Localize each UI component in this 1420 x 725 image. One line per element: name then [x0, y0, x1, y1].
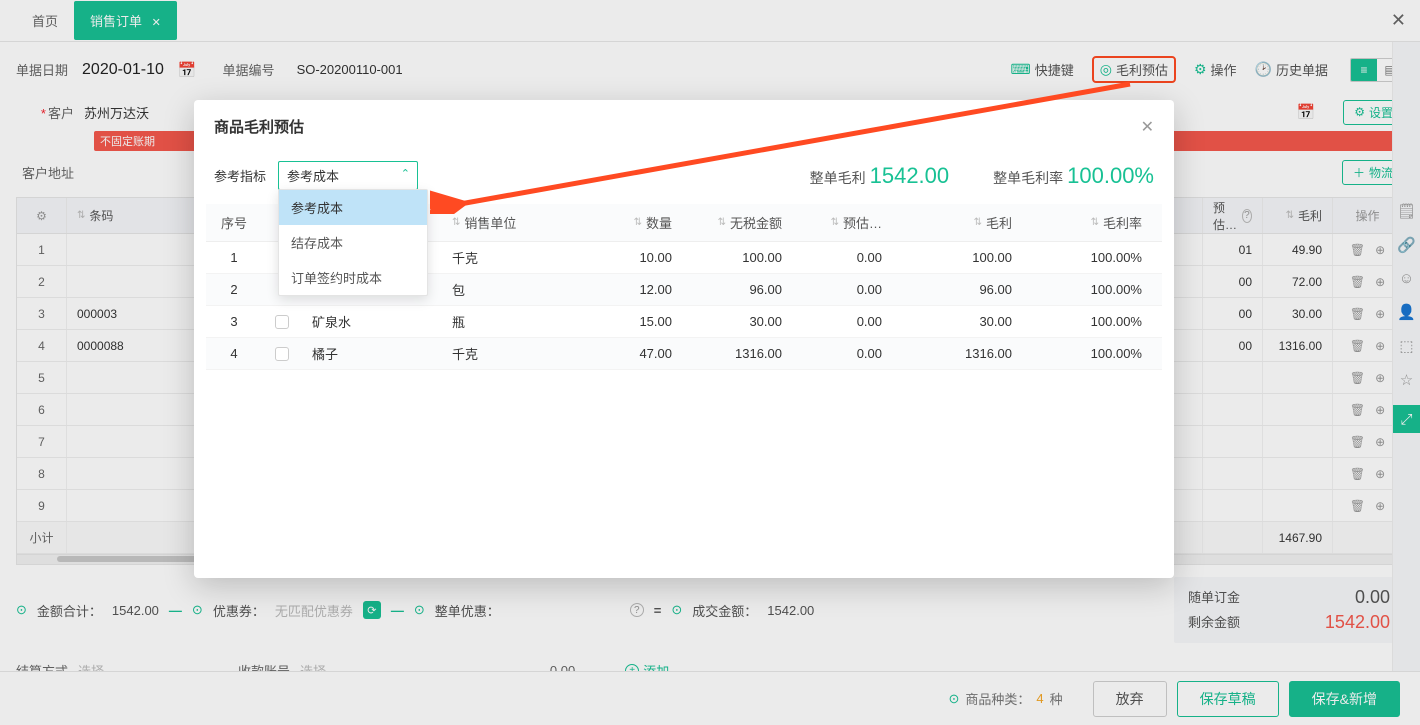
ref-select[interactable]: 参考成本 ⌃ 参考成本 结存成本 订单签约时成本 — [278, 161, 418, 190]
row-profit: 96.00 — [892, 282, 1022, 297]
seq-column: 序号 — [206, 213, 262, 232]
row-qty: 15.00 — [582, 314, 682, 329]
sort-icon: ⇅ — [831, 217, 839, 228]
row-estimate: 0.00 — [792, 346, 892, 361]
row-amount: 1316.00 — [682, 346, 792, 361]
row-amount: 100.00 — [682, 250, 792, 265]
row-checkbox[interactable] — [262, 347, 302, 361]
qty-column[interactable]: ⇅数量 — [582, 213, 682, 232]
dropdown-option[interactable]: 订单签约时成本 — [279, 260, 427, 295]
sort-icon: ⇅ — [974, 217, 982, 228]
row-checkbox[interactable] — [262, 315, 302, 329]
ref-dropdown: 参考成本 结存成本 订单签约时成本 — [278, 189, 428, 296]
row-seq: 4 — [206, 346, 262, 361]
modal-header: 商品毛利预估 ✕ — [194, 100, 1174, 137]
row-estimate: 0.00 — [792, 282, 892, 297]
row-amount: 96.00 — [682, 282, 792, 297]
row-unit: 包 — [442, 280, 582, 299]
table-row[interactable]: 4 橘子 千克 47.00 1316.00 0.00 1316.00 100.0… — [206, 338, 1162, 370]
amount-column[interactable]: ⇅无税金额 — [682, 213, 792, 232]
row-seq: 1 — [206, 250, 262, 265]
profit-column[interactable]: ⇅毛利 — [892, 213, 1022, 232]
row-rate: 100.00% — [1022, 314, 1152, 329]
ref-label: 参考指标 — [214, 166, 266, 185]
row-profit: 1316.00 — [892, 346, 1022, 361]
row-seq: 3 — [206, 314, 262, 329]
sort-icon: ⇅ — [634, 217, 642, 228]
row-unit: 千克 — [442, 248, 582, 267]
row-rate: 100.00% — [1022, 282, 1152, 297]
dropdown-option[interactable]: 结存成本 — [279, 225, 427, 260]
close-icon[interactable]: ✕ — [1141, 117, 1154, 137]
row-name: 橘子 — [302, 344, 442, 363]
sort-icon: ⇅ — [452, 217, 460, 228]
estimate-column[interactable]: ⇅预估… — [792, 213, 892, 232]
total-profit-stat: 整单毛利1542.00 — [810, 163, 950, 189]
sort-icon: ⇅ — [718, 217, 726, 228]
dropdown-option[interactable]: 参考成本 — [279, 190, 427, 225]
modal-title: 商品毛利预估 — [214, 116, 304, 137]
row-unit: 瓶 — [442, 312, 582, 331]
row-unit: 千克 — [442, 344, 582, 363]
rate-column[interactable]: ⇅毛利率 — [1022, 213, 1152, 232]
row-qty: 47.00 — [582, 346, 682, 361]
row-estimate: 0.00 — [792, 250, 892, 265]
row-amount: 30.00 — [682, 314, 792, 329]
row-profit: 30.00 — [892, 314, 1022, 329]
row-rate: 100.00% — [1022, 250, 1152, 265]
table-row[interactable]: 3 矿泉水 瓶 15.00 30.00 0.00 30.00 100.00% — [206, 306, 1162, 338]
total-rate-stat: 整单毛利率100.00% — [993, 163, 1154, 189]
profit-estimate-modal: 商品毛利预估 ✕ 参考指标 参考成本 ⌃ 参考成本 结存成本 订单签约时成本 整… — [194, 100, 1174, 578]
sort-icon: ⇅ — [1091, 217, 1099, 228]
row-seq: 2 — [206, 282, 262, 297]
chevron-up-icon: ⌃ — [401, 167, 410, 180]
row-estimate: 0.00 — [792, 314, 892, 329]
row-rate: 100.00% — [1022, 346, 1152, 361]
row-qty: 10.00 — [582, 250, 682, 265]
row-name: 矿泉水 — [302, 312, 442, 331]
modal-controls: 参考指标 参考成本 ⌃ 参考成本 结存成本 订单签约时成本 整单毛利1542.0… — [194, 137, 1174, 204]
ref-select-value: 参考成本 — [278, 161, 418, 190]
row-profit: 100.00 — [892, 250, 1022, 265]
row-qty: 12.00 — [582, 282, 682, 297]
unit-column[interactable]: ⇅销售单位 — [442, 213, 582, 232]
